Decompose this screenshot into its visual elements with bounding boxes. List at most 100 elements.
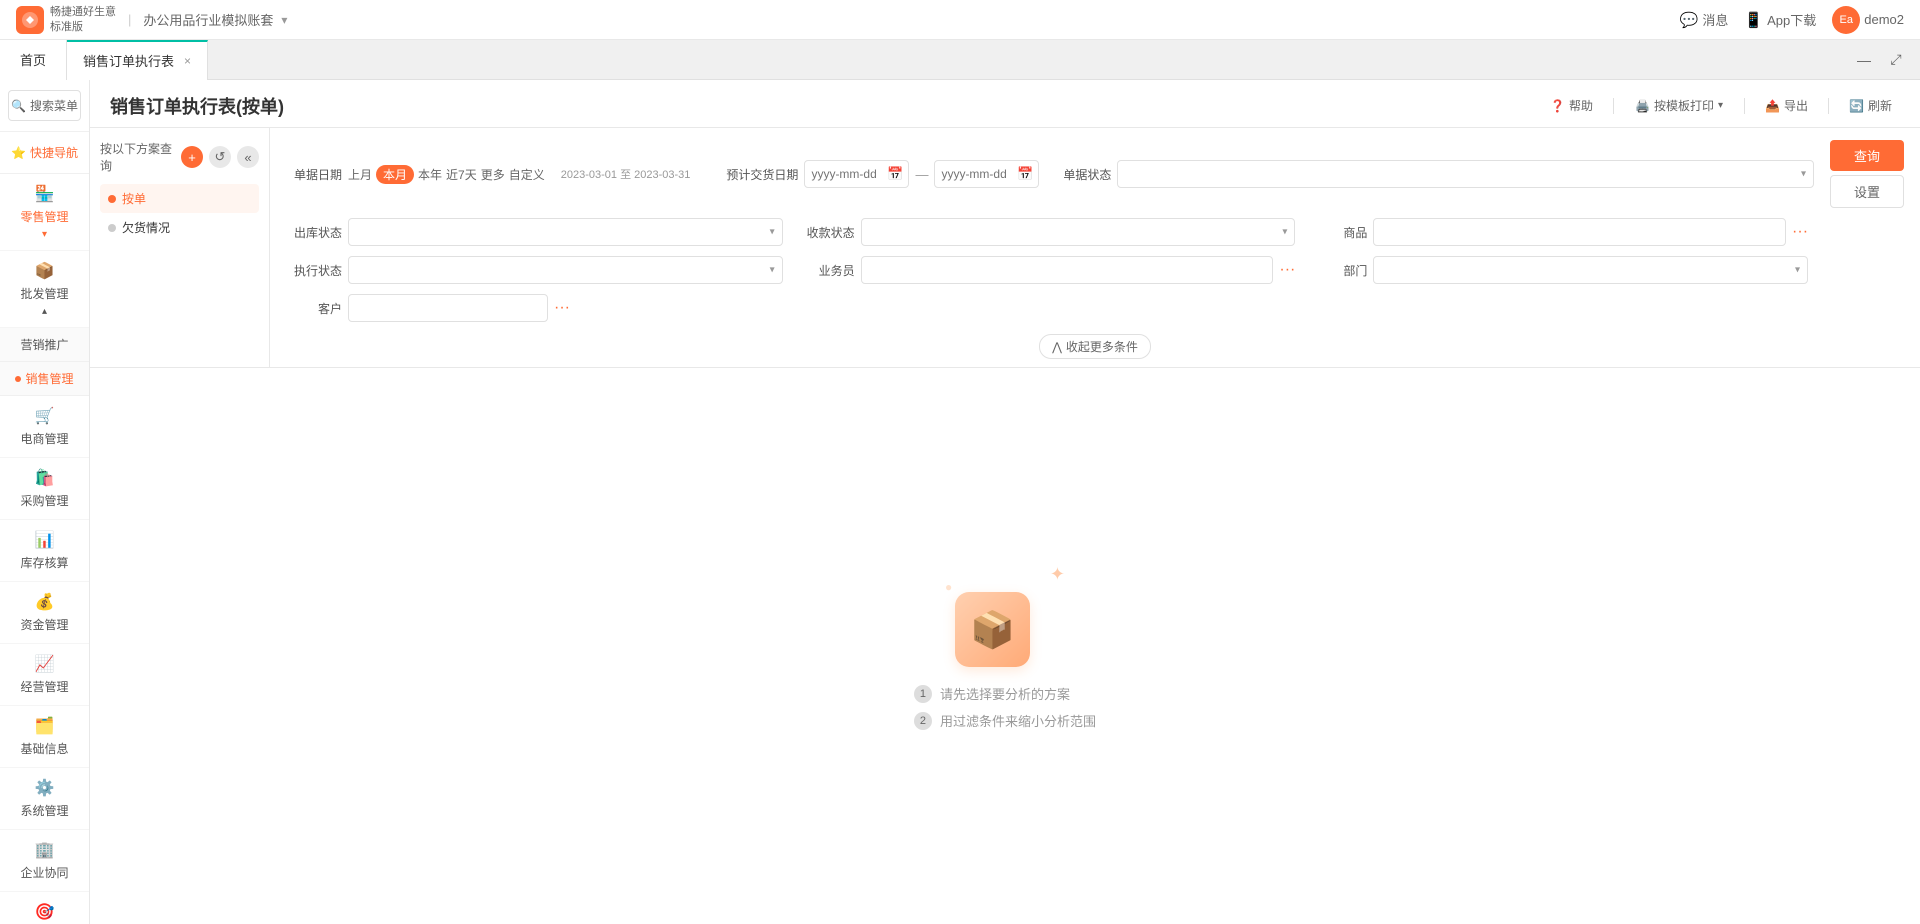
sidebar-item-ecommerce[interactable]: 🛒 电商管理 bbox=[0, 396, 89, 458]
goods-label: 商品 bbox=[1311, 224, 1367, 241]
help-btn[interactable]: ❓ 帮助 bbox=[1542, 93, 1601, 118]
sidebar-item-wholesale[interactable]: 📦 批发管理 ▴ bbox=[0, 251, 89, 328]
illust-dot-icon: ● bbox=[945, 580, 952, 594]
sidebar-item-newbie[interactable]: 🎯 新手引导 bbox=[0, 892, 89, 924]
window-expand-icon[interactable]: ⤢ bbox=[1884, 48, 1908, 72]
user-menu[interactable]: Ea demo2 bbox=[1832, 6, 1904, 34]
tab-close-icon[interactable]: × bbox=[184, 54, 191, 68]
system-icon: ⚙️ bbox=[35, 778, 55, 798]
tab-active[interactable]: 销售订单执行表 × bbox=[67, 40, 208, 80]
customer-input[interactable] bbox=[348, 294, 548, 322]
status-label: 单据状态 bbox=[1055, 166, 1111, 183]
tab-home[interactable]: 首页 bbox=[0, 40, 67, 80]
page-header: 销售订单执行表(按单) ❓ 帮助 🖨️ 按模板打印 ▾ 📤 导出 bbox=[90, 80, 1920, 128]
date-tab-custom[interactable]: 自定义 bbox=[509, 166, 545, 183]
goods-input[interactable] bbox=[1373, 218, 1786, 246]
sidebar-nav-section: ⭐ 快捷导航 bbox=[0, 132, 89, 174]
message-btn[interactable]: 💬 消息 bbox=[1680, 10, 1729, 29]
sidebar-item-basic[interactable]: 🗂️ 基础信息 bbox=[0, 706, 89, 768]
quick-nav-button[interactable]: ⭐ 快捷导航 bbox=[0, 138, 89, 167]
department-select-wrap: ▾ bbox=[1373, 256, 1808, 284]
salesperson-field: 业务员 ··· bbox=[799, 256, 1296, 284]
outbound-field: 出库状态 ▾ bbox=[286, 218, 783, 246]
search-icon: 🔍 bbox=[11, 99, 26, 113]
collapse-up-icon: ⋀ bbox=[1052, 340, 1062, 354]
customer-label: 客户 bbox=[286, 300, 342, 317]
department-field: 部门 ▾ bbox=[1311, 256, 1808, 284]
tip-num-1: 1 bbox=[914, 685, 932, 703]
sidebar-item-purchase[interactable]: 🛍️ 采购管理 bbox=[0, 458, 89, 520]
sidebar-item-enterprise[interactable]: 🏢 企业协同 bbox=[0, 830, 89, 892]
execution-select-wrap: ▾ bbox=[348, 256, 783, 284]
receipt-field: 收款状态 ▾ bbox=[799, 218, 1296, 246]
plan-item-0[interactable]: 按单 bbox=[100, 184, 259, 213]
sidebar-item-finance[interactable]: 💰 资金管理 bbox=[0, 582, 89, 644]
date-tab-this-year[interactable]: 本年 bbox=[418, 166, 442, 183]
logo: 畅捷通好生意 标准版 bbox=[16, 5, 116, 34]
print-btn[interactable]: 🖨️ 按模板打印 ▾ bbox=[1626, 92, 1732, 119]
salesperson-input[interactable] bbox=[861, 256, 1274, 284]
date-dash: — bbox=[915, 167, 928, 182]
empty-tip-1: 1 请先选择要分析的方案 bbox=[914, 684, 1096, 703]
basic-icon: 🗂️ bbox=[35, 716, 55, 736]
status-select[interactable] bbox=[1117, 160, 1814, 188]
inventory-icon: 📊 bbox=[35, 530, 55, 550]
retail-icon: 🏪 bbox=[35, 184, 55, 204]
execution-field: 执行状态 ▾ bbox=[286, 256, 783, 284]
app-download-btn[interactable]: 📱 App下载 bbox=[1744, 10, 1816, 29]
sidebar-item-inventory[interactable]: 📊 库存核算 bbox=[0, 520, 89, 582]
main-layout: 🔍 搜索菜单 ⭐ 快捷导航 🏪 零售管理 ▾ 📦 批发管理 ▴ 营销推广 bbox=[0, 80, 1920, 924]
plan-item-1[interactable]: 欠货情况 bbox=[100, 213, 259, 242]
topbar: 畅捷通好生意 标准版 | 办公用品行业模拟账套 ▾ 💬 消息 📱 App下载 E… bbox=[0, 0, 1920, 40]
query-button[interactable]: 查询 bbox=[1830, 140, 1904, 171]
filter-panel: 按以下方案查询 + ↺ « 按单 欠货情况 bbox=[90, 128, 1920, 368]
print-dropdown-icon: ▾ bbox=[1718, 100, 1723, 111]
customer-dots-icon[interactable]: ··· bbox=[554, 299, 570, 317]
export-btn[interactable]: 📤 导出 bbox=[1757, 93, 1816, 118]
expected-date-label: 预计交货日期 bbox=[726, 166, 798, 183]
plan-active-dot-icon bbox=[108, 195, 116, 203]
window-minimize-icon[interactable]: — bbox=[1852, 48, 1876, 72]
plan-dot-icon bbox=[108, 224, 116, 232]
date-start-cal-icon[interactable]: 📅 bbox=[887, 166, 903, 182]
status-select-wrap: ▾ bbox=[1117, 160, 1814, 188]
date-end-cal-icon[interactable]: 📅 bbox=[1017, 166, 1033, 182]
sidebar-item-operations[interactable]: 📈 经营管理 bbox=[0, 644, 89, 706]
refresh-btn[interactable]: 🔄 刷新 bbox=[1841, 93, 1900, 118]
sidebar-item-system[interactable]: ⚙️ 系统管理 bbox=[0, 768, 89, 830]
salesperson-dots-icon[interactable]: ··· bbox=[1279, 261, 1295, 279]
date-tab-7days[interactable]: 近7天 bbox=[446, 166, 477, 183]
filter-fields-panel: 单据日期 上月 本月 本年 近7天 更多 自定义 2023-03-01 至 20… bbox=[270, 128, 1920, 367]
star-icon: ⭐ bbox=[11, 146, 26, 160]
date-tab-last-month[interactable]: 上月 bbox=[348, 166, 372, 183]
sidebar-sub-sales[interactable]: 销售管理 bbox=[0, 362, 89, 396]
illust-spark-icon: ✦ bbox=[1050, 564, 1065, 585]
outbound-select[interactable] bbox=[348, 218, 783, 246]
receipt-select[interactable] bbox=[861, 218, 1296, 246]
date-tab-more[interactable]: 更多 bbox=[481, 166, 505, 183]
goods-field: 商品 ··· bbox=[1311, 218, 1808, 246]
page-header-actions: ❓ 帮助 🖨️ 按模板打印 ▾ 📤 导出 🔄 刷新 bbox=[1542, 92, 1900, 119]
setting-button[interactable]: 设置 bbox=[1830, 175, 1904, 208]
empty-tip-2: 2 用过滤条件来缩小分析范围 bbox=[914, 711, 1096, 730]
enterprise-icon: 🏢 bbox=[35, 840, 55, 860]
date-tabs-group: 上月 本月 本年 近7天 更多 自定义 bbox=[348, 165, 545, 184]
refresh-plan-button[interactable]: ↺ bbox=[209, 146, 231, 168]
search-menu-button[interactable]: 🔍 搜索菜单 bbox=[8, 90, 81, 121]
add-plan-button[interactable]: + bbox=[181, 146, 203, 168]
department-select[interactable] bbox=[1373, 256, 1808, 284]
tip-num-2: 2 bbox=[914, 712, 932, 730]
goods-dots-icon[interactable]: ··· bbox=[1792, 223, 1808, 241]
sidebar-sub-marketing[interactable]: 营销推广 bbox=[0, 328, 89, 362]
collapse-more-button[interactable]: ⋀ 收起更多条件 bbox=[1039, 334, 1151, 359]
receipt-select-wrap: ▾ bbox=[861, 218, 1296, 246]
execution-select[interactable] bbox=[348, 256, 783, 284]
breadcrumb: 办公用品行业模拟账套 bbox=[143, 10, 273, 29]
filter-row-2: 出库状态 ▾ 收款状态 bbox=[286, 218, 1904, 246]
newbie-icon: 🎯 bbox=[35, 902, 55, 922]
date-tab-this-month[interactable]: 本月 bbox=[376, 165, 414, 184]
sidebar-item-retail[interactable]: 🏪 零售管理 ▾ bbox=[0, 174, 89, 251]
illust-box: 📦 bbox=[955, 592, 1030, 667]
query-action-btns: 查询 设置 bbox=[1830, 140, 1904, 208]
collapse-panel-button[interactable]: « bbox=[237, 146, 259, 168]
